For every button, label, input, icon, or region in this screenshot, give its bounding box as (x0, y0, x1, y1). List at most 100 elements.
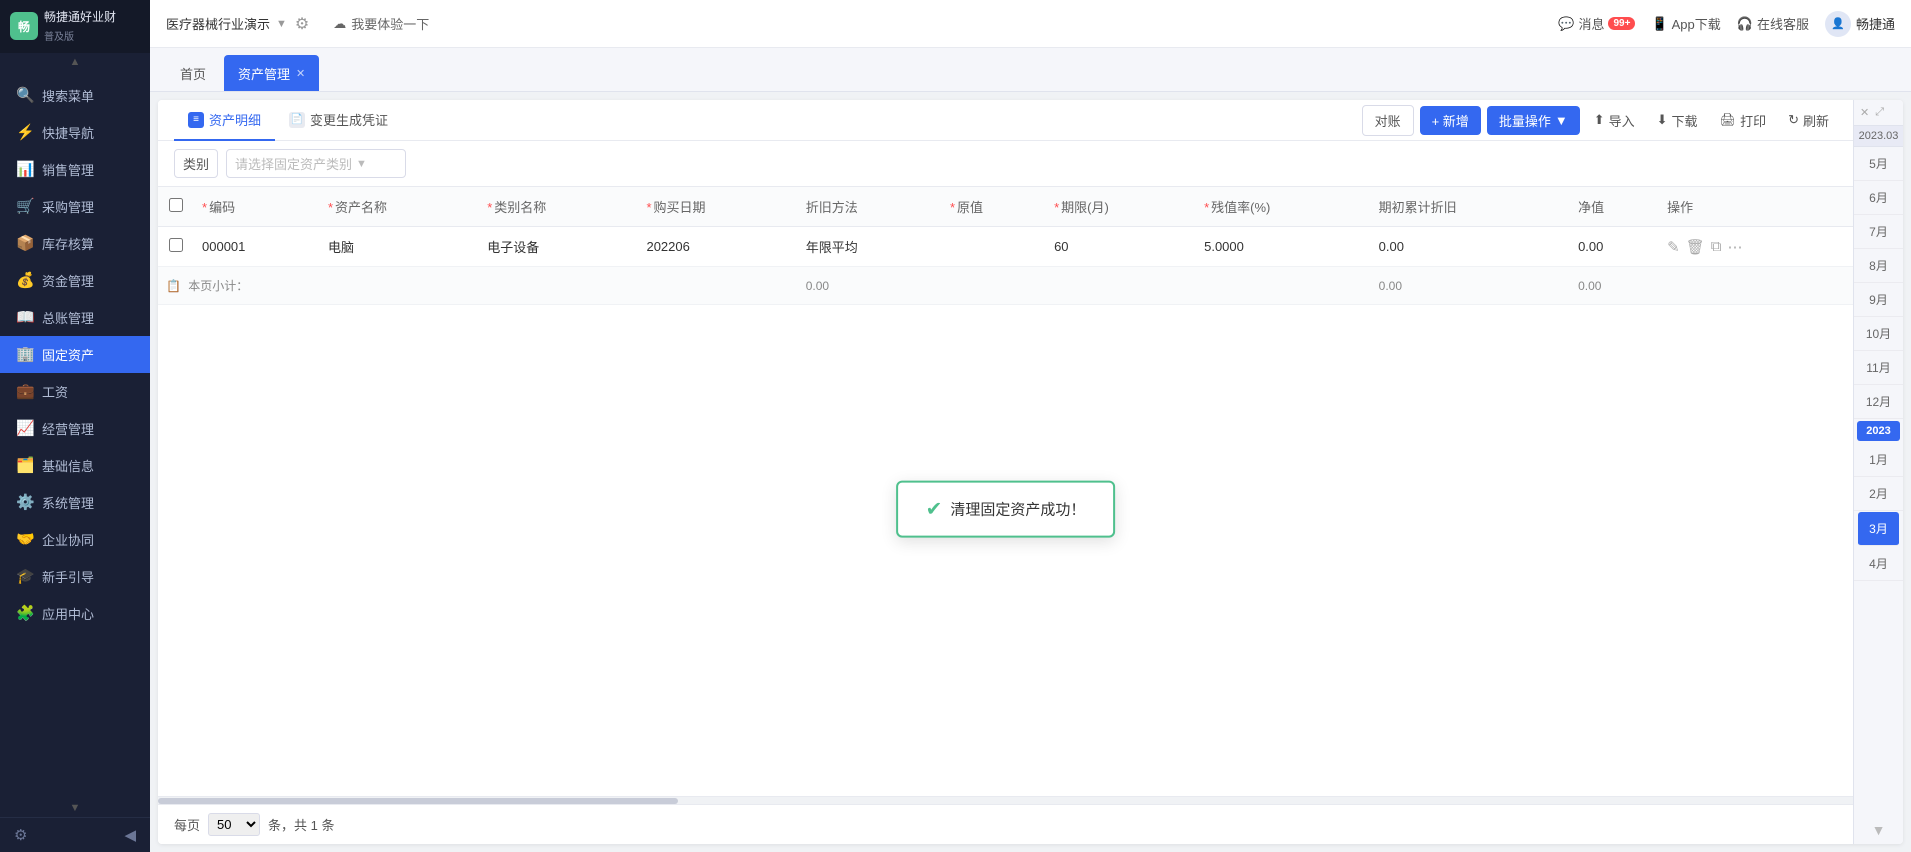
success-text: 清理固定资产成功！ (950, 498, 1085, 519)
category-filter-dropdown[interactable]: 请选择固定资产类别 ▼ (226, 149, 406, 178)
topbar-left: 医疗器械行业演示 ▼ ⚙ ☁ 我要体验一下 (166, 14, 1558, 34)
app-download-button[interactable]: 📱 App下载 (1651, 14, 1720, 33)
sidebar-item-inventory[interactable]: 📦 库存核算 (0, 225, 150, 262)
batch-button[interactable]: 批量操作 ▼ (1487, 106, 1580, 135)
batch-dropdown-icon: ▼ (1555, 113, 1568, 128)
copy-action-button[interactable]: ⧉ (1711, 238, 1722, 255)
online-support-button[interactable]: 🎧 在线客服 (1737, 14, 1809, 33)
month-6[interactable]: 6月 (1854, 181, 1903, 215)
month-11[interactable]: 11月 (1854, 351, 1903, 385)
tab-home[interactable]: 首页 (166, 55, 220, 91)
sidebar-item-guide[interactable]: 🎓 新手引导 (0, 558, 150, 595)
month-scroll-down-icon[interactable]: ▼ (1854, 816, 1903, 844)
header-period: *期限(月) (1046, 187, 1196, 227)
sidebar-item-sales[interactable]: 📊 销售管理 (0, 151, 150, 188)
month-5[interactable]: 5月 (1854, 147, 1903, 181)
total-text: 条，共 1 条 (268, 815, 334, 834)
month-8[interactable]: 8月 (1854, 249, 1903, 283)
delete-action-button[interactable]: 🗑 (1686, 238, 1705, 256)
sidebar-item-finance[interactable]: 💰 资金管理 (0, 262, 150, 299)
cell-name: 电脑 (320, 227, 479, 267)
cell-residual-rate: 5.0000 (1196, 227, 1371, 267)
select-all-checkbox[interactable] (169, 198, 183, 212)
month-7[interactable]: 7月 (1854, 215, 1903, 249)
sidebar-item-search[interactable]: 🔍 搜索菜单 (0, 77, 150, 114)
panel-close-icon[interactable]: ✕ (1860, 106, 1869, 119)
support-icon: 🎧 (1737, 16, 1753, 32)
sidebar-item-quicknav[interactable]: ⚡ 快捷导航 (0, 114, 150, 151)
month-3[interactable]: 3月 (1858, 512, 1899, 546)
row-select-checkbox[interactable] (169, 238, 183, 252)
sidebar-item-coop[interactable]: 🤝 企业协同 (0, 521, 150, 558)
subtotal-label: 📋 本页小计： (158, 267, 638, 305)
sidebar-item-basic[interactable]: 🗂️ 基础信息 (0, 447, 150, 484)
user-menu[interactable]: 👤 畅捷通 (1825, 11, 1895, 37)
sidebar-item-label-finance: 资金管理 (42, 271, 94, 290)
sidebar-item-purchase[interactable]: 🛒 采购管理 (0, 188, 150, 225)
finance-icon: 💰 (16, 271, 34, 289)
sidebar-item-ops[interactable]: 📈 经营管理 (0, 410, 150, 447)
download-icon: 📱 (1651, 16, 1667, 32)
cell-net-value: 0.00 (1570, 227, 1659, 267)
import-button[interactable]: ⬆ 导入 (1586, 106, 1643, 135)
apps-icon: 🧩 (16, 604, 34, 622)
messages-button[interactable]: 💬 消息 99+ (1558, 14, 1635, 33)
tab-close-icon[interactable]: ✕ (296, 67, 305, 80)
content-area: ≡ 资产明细 📄 变更生成凭证 对账 + 新增 批量操作 ▼ ⬆ (158, 100, 1903, 844)
sidebar-item-payroll[interactable]: 💼 工资 (0, 373, 150, 410)
month-2[interactable]: 2月 (1854, 477, 1903, 511)
right-panel-header: ✕ ⤢ (1854, 100, 1903, 126)
more-action-button[interactable]: ⋯ (1728, 238, 1743, 256)
panel-expand-icon[interactable]: ⤢ (1875, 106, 1884, 119)
topbar-settings-icon[interactable]: ⚙ (295, 14, 309, 34)
sidebar-item-label-purchase: 采购管理 (42, 197, 94, 216)
sidebar-scroll-up[interactable]: ▲ (0, 53, 150, 71)
right-panel: ✕ ⤢ 2023.03 5月 6月 7月 8月 9月 10月 11月 12月 2… (1853, 100, 1903, 844)
success-icon: ✔ (926, 496, 943, 521)
payroll-icon: 💼 (16, 382, 34, 400)
subtab-change-voucher[interactable]: 📄 变更生成凭证 (275, 100, 402, 141)
month-1[interactable]: 1月 (1854, 443, 1903, 477)
download-button[interactable]: ⬇ 下载 (1649, 106, 1706, 135)
table-container: *编码 *资产名称 *类别名称 *购买日期 折旧方法 *原值 *期限(月) *残… (158, 187, 1853, 796)
quicknav-icon: ⚡ (16, 123, 34, 141)
sidebar-item-fixed-assets[interactable]: 🏢 固定资产 (0, 336, 150, 373)
sidebar-item-label-guide: 新手引导 (42, 567, 94, 586)
table-scrollbar[interactable] (158, 796, 1853, 804)
sidebar-scroll-down[interactable]: ▼ (0, 799, 150, 817)
reconcile-button[interactable]: 对账 (1362, 105, 1414, 136)
tab-asset-mgmt[interactable]: 资产管理 ✕ (224, 55, 319, 91)
month-12[interactable]: 12月 (1854, 385, 1903, 419)
settings-icon[interactable]: ⚙ (14, 826, 27, 844)
per-page-select[interactable]: 50 10 20 100 (208, 813, 260, 836)
subtotal-empty1 (638, 267, 797, 305)
inventory-icon: 📦 (16, 234, 34, 252)
subtab-asset-detail[interactable]: ≡ 资产明细 (174, 100, 275, 141)
print-button[interactable]: 🖨 打印 (1712, 106, 1775, 135)
experience-button[interactable]: ☁ 我要体验一下 (333, 14, 429, 33)
filter-placeholder: 请选择固定资产类别 (235, 154, 352, 173)
sidebar-item-label-fixed-assets: 固定资产 (42, 345, 94, 364)
sidebar-item-system[interactable]: ⚙️ 系统管理 (0, 484, 150, 521)
add-button[interactable]: + 新增 (1420, 106, 1481, 135)
subtab-asset-detail-label: 资产明细 (209, 110, 261, 129)
company-selector[interactable]: 医疗器械行业演示 ▼ (166, 14, 287, 33)
refresh-button[interactable]: ↻ 刷新 (1780, 106, 1837, 135)
month-4[interactable]: 4月 (1854, 547, 1903, 581)
month-9[interactable]: 9月 (1854, 283, 1903, 317)
sidebar: 畅 畅捷通好业财 普及版 ▲ 🔍 搜索菜单 ⚡ 快捷导航 📊 销售管理 🛒 采购… (0, 0, 150, 852)
tab-asset-mgmt-label: 资产管理 (238, 64, 290, 83)
sidebar-item-apps[interactable]: 🧩 应用中心 (0, 595, 150, 632)
cell-code: 000001 (194, 227, 320, 267)
collapse-icon[interactable]: ◀ (124, 826, 136, 844)
app-edition: 普及版 (44, 28, 116, 43)
edit-action-button[interactable]: ✎ (1667, 238, 1680, 256)
sidebar-item-ledger[interactable]: 📖 总账管理 (0, 299, 150, 336)
messages-badge: 99+ (1608, 17, 1635, 30)
header-initial-accumulated-depreciation: 期初累计折旧 (1371, 187, 1570, 227)
cell-period: 60 (1046, 227, 1196, 267)
cell-depreciation-method: 年限平均 (798, 227, 942, 267)
category-filter-label: 类别 (174, 149, 218, 178)
month-10[interactable]: 10月 (1854, 317, 1903, 351)
user-name: 畅捷通 (1856, 14, 1895, 33)
